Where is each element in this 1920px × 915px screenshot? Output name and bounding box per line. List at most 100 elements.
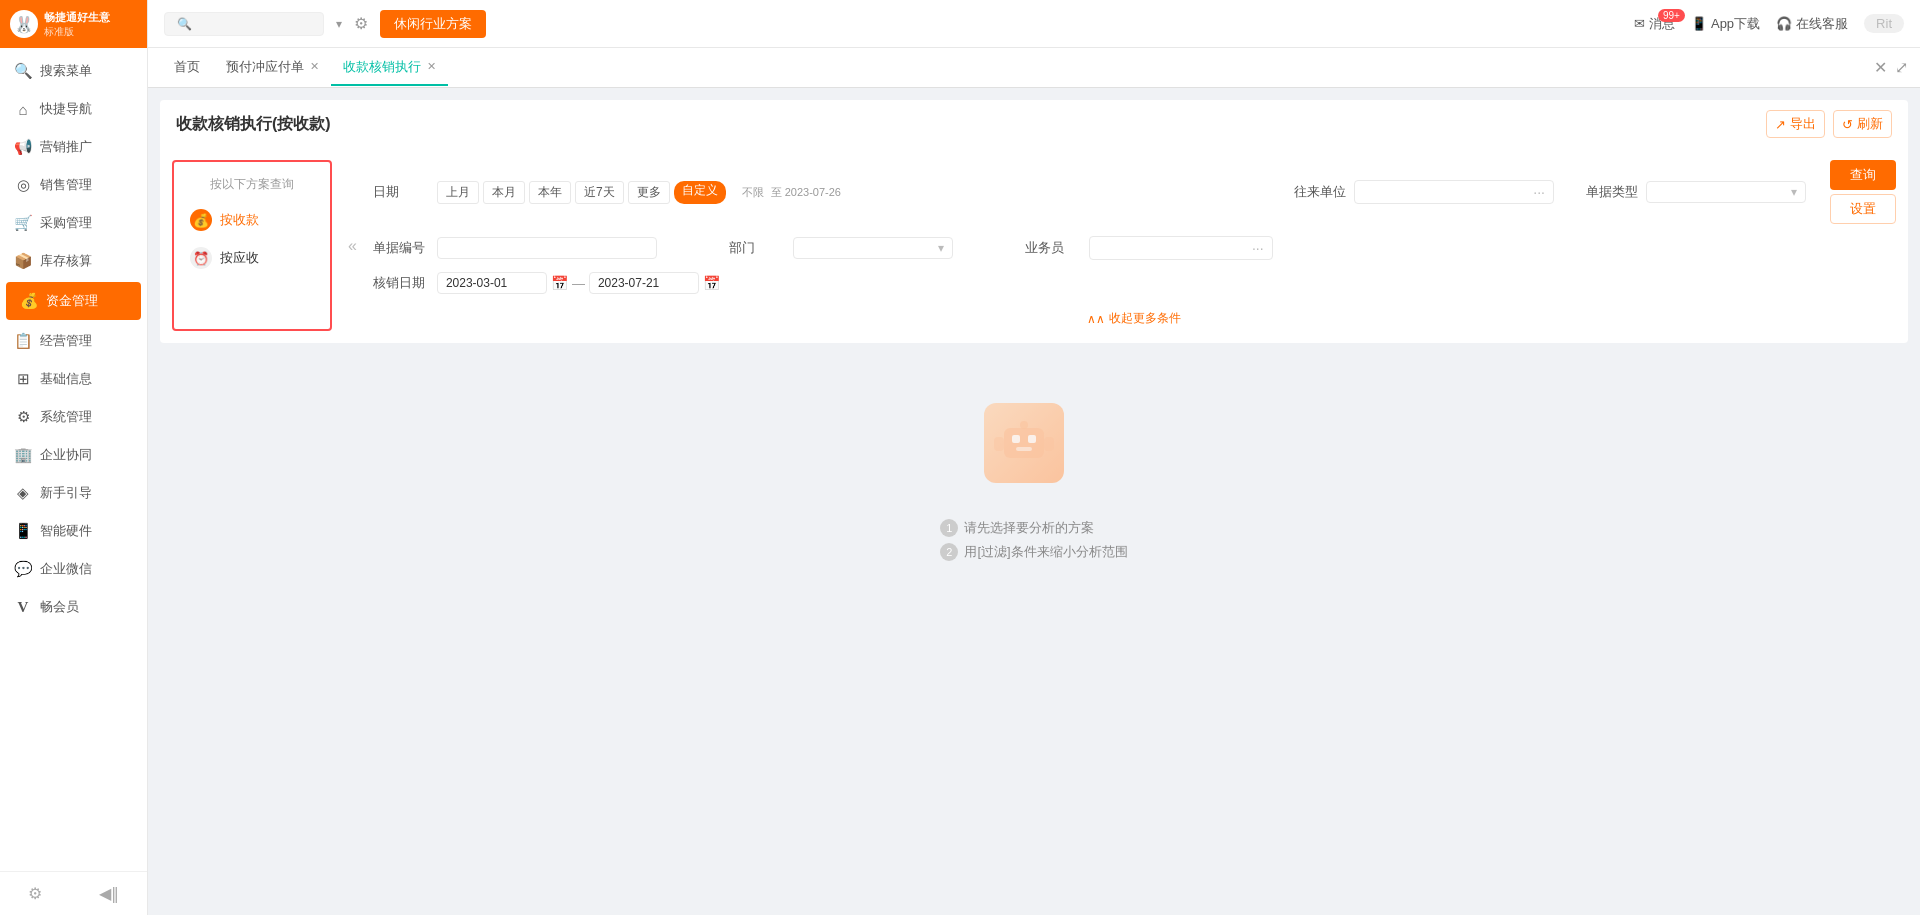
counterpart-row: 往来单位 ··· 单据类型 ▾ [1294, 180, 1806, 204]
refresh-button[interactable]: ↺ 刷新 [1833, 110, 1892, 138]
sidebar: 🐰 畅捷通好生意 标准版 🔍 搜索菜单 ⌂ 快捷导航 📢 营销推广 ◎ 销售管理… [0, 0, 148, 915]
tab-receipt-offset-close[interactable]: ✕ [427, 60, 436, 73]
tab-home[interactable]: 首页 [160, 50, 214, 86]
search-icon: 🔍 [177, 17, 192, 31]
date-btn-this-year[interactable]: 本年 [529, 181, 571, 204]
service-icon: 🎧 [1776, 16, 1792, 31]
date-btn-this-month[interactable]: 本月 [483, 181, 525, 204]
svg-rect-2 [1028, 435, 1036, 443]
empty-hint-2: 2 用[过滤]条件来缩小分析范围 [940, 543, 1127, 561]
staff-input[interactable] [1098, 241, 1248, 255]
filter-sidebar-title: 按以下方案查询 [174, 172, 330, 201]
sidebar-item-member[interactable]: V 畅会员 [0, 588, 147, 626]
sidebar-settings-btn[interactable]: ⚙ [20, 880, 50, 907]
export-button[interactable]: ↗ 导出 [1766, 110, 1825, 138]
sidebar-logo: 🐰 畅捷通好生意 标准版 [0, 0, 147, 48]
sidebar-item-inventory[interactable]: 📦 库存核算 [0, 242, 147, 280]
verify-date-label: 核销日期 [373, 274, 425, 292]
msg-badge: 99+ [1658, 9, 1685, 22]
content-area: 收款核销执行(按收款) ↗ 导出 ↺ 刷新 按以下方案查询 💰 [148, 88, 1920, 915]
export-icon: ↗ [1775, 117, 1786, 132]
user-info[interactable]: Rit [1864, 14, 1904, 33]
app-icon: 📱 [1691, 16, 1707, 31]
filter-date-buttons: 上月 本月 本年 近7天 更多 自定义 [437, 181, 726, 204]
verify-date-end-cal-icon[interactable]: 📅 [703, 275, 720, 291]
dept-select[interactable]: ▾ [793, 237, 953, 259]
doc-number-input[interactable] [446, 241, 648, 255]
page-actions: ↗ 导出 ↺ 刷新 [1766, 110, 1892, 138]
sidebar-item-fund[interactable]: 💰 资金管理 [6, 282, 141, 320]
tab-receipt-offset[interactable]: 收款核销执行 ✕ [331, 50, 448, 86]
date-btn-more[interactable]: 更多 [628, 181, 670, 204]
filter-option-by-receipt[interactable]: 💰 按收款 [174, 201, 330, 239]
tab-prepay-close[interactable]: ✕ [310, 60, 319, 73]
verify-date-end-input[interactable] [589, 272, 699, 294]
tab-prepay[interactable]: 预付冲应付单 ✕ [214, 50, 331, 86]
filter-row-2: 单据编号 部门 ▾ 业务员 ··· [373, 236, 1896, 260]
topbar: 🔍 ▾ ⚙ 休闲行业方案 ✉ 消息 99+ 📱 App下载 🎧 在线客服 Rit [148, 0, 1920, 48]
system-icon: ⚙ [14, 408, 32, 426]
sidebar-item-enterprise[interactable]: 🏢 企业协同 [0, 436, 147, 474]
logo-icon: 🐰 [10, 10, 38, 38]
sidebar-item-basic[interactable]: ⊞ 基础信息 [0, 360, 147, 398]
staff-input-wrap: ··· [1089, 236, 1273, 260]
hint-num-1: 1 [940, 519, 958, 537]
sidebar-item-sales[interactable]: ◎ 销售管理 [0, 166, 147, 204]
msg-button[interactable]: ✉ 消息 99+ [1634, 15, 1675, 33]
query-settings-area: 往来单位 ··· 单据类型 ▾ [1294, 180, 1806, 204]
settings-button[interactable]: 设置 [1830, 194, 1896, 224]
topbar-dropdown-icon[interactable]: ▾ [336, 17, 342, 31]
filter-collapse-toggle[interactable]: « [344, 160, 361, 331]
page-title: 收款核销执行(按收款) [176, 114, 331, 135]
online-service-button[interactable]: 🎧 在线客服 [1776, 15, 1848, 33]
sidebar-item-operation[interactable]: 📋 经营管理 [0, 322, 147, 360]
search-menu-icon: 🔍 [14, 62, 32, 80]
window-controls: ✕ ⤢ [1874, 58, 1908, 77]
home-icon: ⌂ [14, 101, 32, 118]
sidebar-item-search[interactable]: 🔍 搜索菜单 [0, 52, 147, 90]
date-no-limit: 不限 至 2023-07-26 [742, 185, 841, 200]
topbar-search[interactable]: 🔍 [164, 12, 324, 36]
operation-icon: 📋 [14, 332, 32, 350]
hardware-icon: 📱 [14, 522, 32, 540]
solution-button[interactable]: 休闲行业方案 [380, 10, 486, 38]
sidebar-collapse-btn[interactable]: ◀‖ [91, 880, 127, 907]
logo-title: 畅捷通好生意 [44, 10, 110, 25]
robot-svg [994, 413, 1054, 473]
date-btn-7days[interactable]: 近7天 [575, 181, 624, 204]
enterprise-icon: 🏢 [14, 446, 32, 464]
sidebar-item-hardware[interactable]: 📱 智能硬件 [0, 512, 147, 550]
query-button[interactable]: 查询 [1830, 160, 1896, 190]
date-custom-badge[interactable]: 自定义 [674, 181, 726, 204]
close-window-icon[interactable]: ✕ [1874, 58, 1887, 77]
staff-more-icon[interactable]: ··· [1252, 240, 1264, 256]
sidebar-item-system[interactable]: ⚙ 系统管理 [0, 398, 147, 436]
msg-icon: ✉ [1634, 16, 1645, 31]
sidebar-item-quick-nav[interactable]: ⌂ 快捷导航 [0, 90, 147, 128]
counterpart-more-icon[interactable]: ··· [1533, 184, 1545, 200]
topbar-gear-icon[interactable]: ⚙ [354, 14, 368, 33]
sidebar-item-guide[interactable]: ◈ 新手引导 [0, 474, 147, 512]
counterpart-label: 往来单位 [1294, 183, 1346, 201]
filter-option-by-receivable[interactable]: ⏰ 按应收 [174, 239, 330, 277]
filter-fields: 日期 上月 本月 本年 近7天 更多 自定义 不限 至 2023-07-26 [373, 160, 1896, 331]
svg-rect-0 [1004, 428, 1044, 458]
main-area: 🔍 ▾ ⚙ 休闲行业方案 ✉ 消息 99+ 📱 App下载 🎧 在线客服 Rit [148, 0, 1920, 915]
collapse-more-button[interactable]: ∧∧ 收起更多条件 [373, 306, 1896, 331]
counterpart-input[interactable] [1363, 185, 1529, 199]
doc-number-input-wrap [437, 237, 657, 259]
hint-num-2: 2 [940, 543, 958, 561]
doc-type-select[interactable]: ▾ [1646, 181, 1806, 203]
verify-date-start-input[interactable] [437, 272, 547, 294]
app-download-button[interactable]: 📱 App下载 [1691, 15, 1760, 33]
verify-date-start-cal-icon[interactable]: 📅 [551, 275, 568, 291]
verify-date-range: 📅 — 📅 [437, 272, 720, 294]
sidebar-item-purchase[interactable]: 🛒 采购管理 [0, 204, 147, 242]
action-buttons-col: 查询 设置 [1830, 160, 1896, 224]
date-btn-last-month[interactable]: 上月 [437, 181, 479, 204]
sidebar-item-marketing[interactable]: 📢 营销推广 [0, 128, 147, 166]
svg-rect-1 [1012, 435, 1020, 443]
expand-window-icon[interactable]: ⤢ [1895, 58, 1908, 77]
chevron-left-icon: « [348, 237, 357, 255]
sidebar-item-wechat[interactable]: 💬 企业微信 [0, 550, 147, 588]
